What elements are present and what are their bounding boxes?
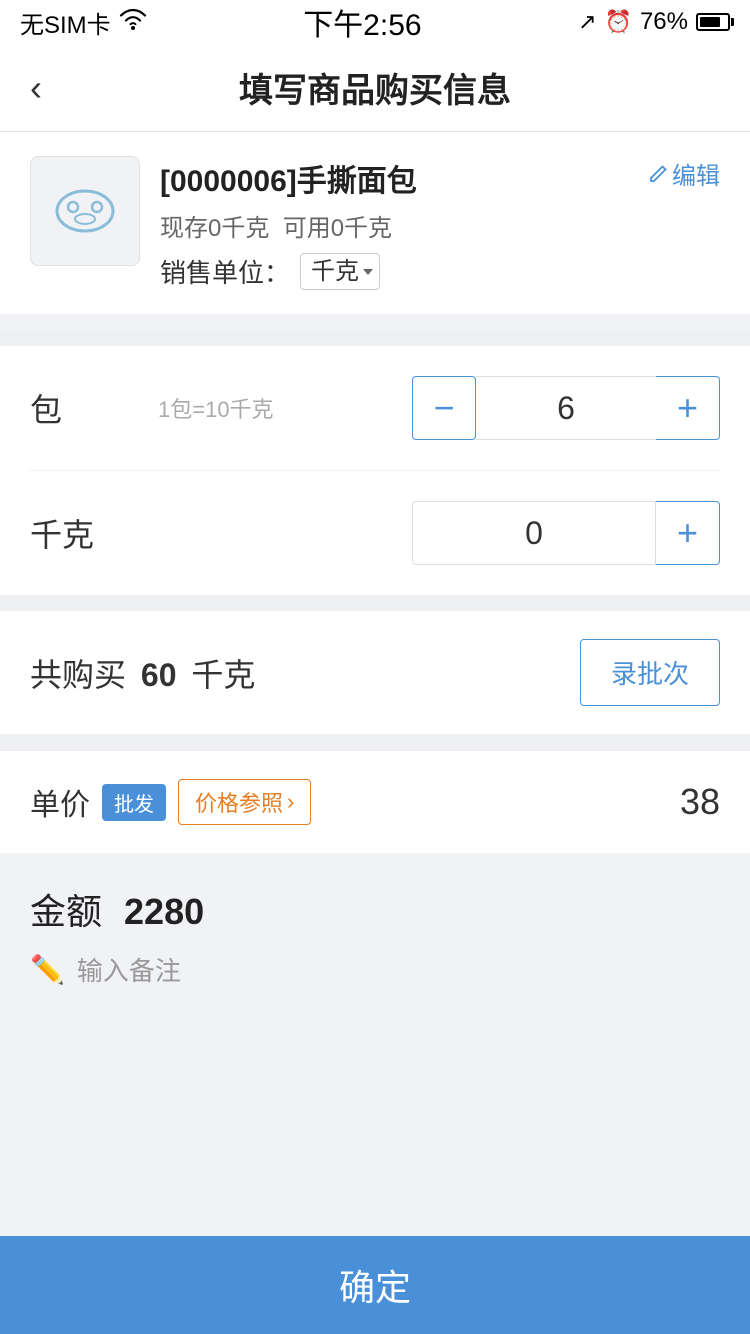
unit-label: 销售单位： bbox=[160, 253, 290, 290]
price-ref-arrow: › bbox=[287, 789, 294, 815]
product-unit-row: 销售单位： 千克 bbox=[160, 253, 720, 290]
price-label: 单价 bbox=[30, 780, 90, 824]
batch-button[interactable]: 录批次 bbox=[580, 639, 720, 706]
page-title: 填写商品购买信息 bbox=[239, 63, 511, 112]
total-qty: 60 bbox=[141, 657, 177, 693]
total-text: 共购买 60 千克 bbox=[30, 650, 255, 696]
kg-increase-button[interactable]: + bbox=[656, 501, 720, 565]
status-left: 无SIM卡 bbox=[20, 5, 147, 40]
product-card: [0000006]手撕面包 编辑 现存0千克 可用0千克 销售单位： 千克 bbox=[0, 132, 750, 314]
battery-percent: 76% bbox=[640, 8, 688, 36]
product-thumbnail bbox=[30, 156, 140, 266]
pencil-icon: ✏️ bbox=[30, 953, 65, 986]
battery-icon bbox=[696, 13, 730, 31]
bag-increase-button[interactable]: + bbox=[656, 376, 720, 440]
product-stock: 现存0千克 可用0千克 bbox=[160, 208, 720, 243]
kg-label: 千克 bbox=[30, 517, 94, 553]
product-name: [0000006]手撕面包 bbox=[160, 156, 417, 200]
section-divider-1 bbox=[0, 330, 750, 346]
price-tag: 批发 bbox=[102, 784, 166, 821]
alarm-icon: ⏰ bbox=[605, 9, 632, 35]
total-section: 共购买 60 千克 录批次 bbox=[0, 611, 750, 734]
kg-qty-control: + bbox=[412, 501, 720, 565]
confirm-button[interactable]: 确定 bbox=[0, 1236, 750, 1334]
bag-row: 包 1包=10千克 − + bbox=[30, 346, 720, 471]
product-title: 手撕面包 bbox=[297, 165, 417, 198]
product-info: [0000006]手撕面包 编辑 现存0千克 可用0千克 销售单位： 千克 bbox=[160, 156, 720, 290]
price-ref-label: 价格参照 bbox=[195, 786, 283, 818]
total-prefix: 共购买 bbox=[30, 657, 126, 693]
price-ref-button[interactable]: 价格参照 › bbox=[178, 779, 311, 825]
bag-qty-control: − + bbox=[412, 376, 720, 440]
back-button[interactable]: ‹ bbox=[20, 57, 52, 119]
amount-label: 金额 bbox=[30, 891, 102, 932]
bottom-spacer bbox=[0, 1008, 750, 1106]
bag-sub: 1包=10千克 bbox=[158, 392, 274, 424]
nav-bar: ‹ 填写商品购买信息 bbox=[0, 44, 750, 132]
location-icon: ↗ bbox=[578, 9, 596, 35]
bag-decrease-button[interactable]: − bbox=[412, 376, 476, 440]
wifi-icon bbox=[119, 8, 147, 37]
product-code: [0000006] bbox=[160, 165, 297, 198]
kg-row: 千克 + bbox=[30, 471, 720, 595]
status-bar: 无SIM卡 下午2:56 ↗ ⏰ 76% bbox=[0, 0, 750, 44]
status-time: 下午2:56 bbox=[303, 0, 421, 44]
price-left: 单价 批发 价格参照 › bbox=[30, 779, 311, 825]
total-unit: 千克 bbox=[191, 657, 255, 693]
edit-button[interactable]: 编辑 bbox=[648, 156, 720, 191]
section-divider-3 bbox=[0, 734, 750, 750]
kg-qty-input[interactable] bbox=[412, 501, 656, 565]
unit-select[interactable]: 千克 bbox=[300, 253, 380, 290]
confirm-btn-label: 确定 bbox=[339, 1259, 411, 1311]
product-name-row: [0000006]手撕面包 编辑 bbox=[160, 156, 720, 200]
bag-label: 包 bbox=[30, 385, 150, 431]
note-row[interactable]: ✏️ 输入备注 bbox=[30, 951, 720, 988]
note-placeholder: 输入备注 bbox=[77, 951, 181, 988]
status-right: ↗ ⏰ 76% bbox=[578, 8, 730, 36]
amount-value: 2280 bbox=[124, 891, 204, 932]
price-section: 单价 批发 价格参照 › 38 bbox=[0, 750, 750, 853]
price-value: 38 bbox=[680, 781, 720, 823]
bag-qty-input[interactable] bbox=[476, 376, 656, 440]
section-divider-2 bbox=[0, 595, 750, 611]
carrier-text: 无SIM卡 bbox=[20, 5, 111, 40]
input-section: 包 1包=10千克 − + 千克 + bbox=[0, 346, 750, 595]
amount-section: 金额 2280 ✏️ 输入备注 bbox=[0, 853, 750, 1008]
amount-row: 金额 2280 bbox=[30, 883, 720, 935]
